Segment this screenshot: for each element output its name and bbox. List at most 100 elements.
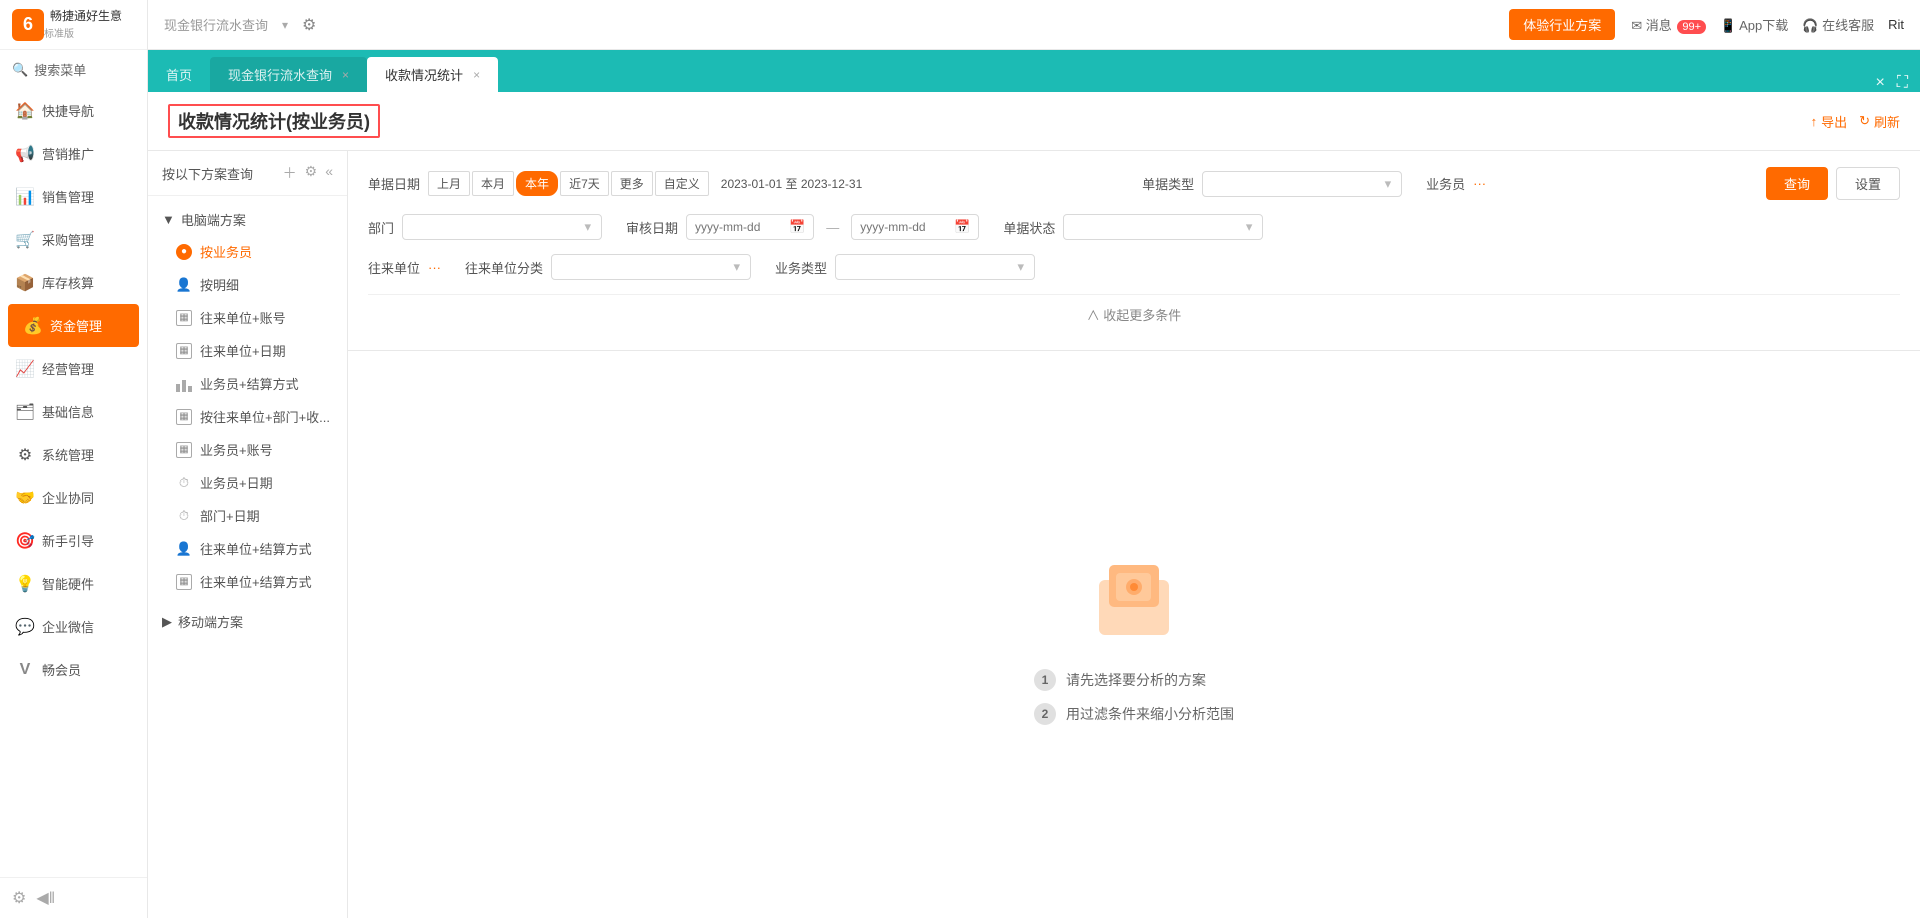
audit-from-input[interactable] [695,220,785,234]
scheme-item-unit-payment1[interactable]: 👤 往来单位+结算方式 [148,532,347,565]
dept-select[interactable]: ▾ [402,214,602,240]
audit-to-input[interactable] [860,220,950,234]
scheme-group-mobile-title[interactable]: ▶ 移动端方案 [148,606,347,637]
voucher-status-select[interactable]: ▾ [1063,214,1263,240]
messages-btn[interactable]: ✉ 消息 99+ [1631,15,1706,34]
filter-partner-category-item: 往来单位分类 ▾ [465,254,751,280]
export-icon: ↑ [1811,114,1818,129]
left-panel-icons: ＋ ⚙ « [283,163,333,183]
step-num-1: 1 [1034,669,1056,691]
scheme-item-unit-account[interactable]: ▦ 往来单位+账号 [148,301,347,334]
finance-icon: 💰 [24,317,42,335]
tab-home[interactable]: 首页 [148,57,210,92]
sidebar-item-wechat[interactable]: 💬 企业微信 [0,605,147,648]
operation-icon: 📈 [16,360,34,378]
sidebar-item-operation[interactable]: 📈 经营管理 [0,347,147,390]
tab-bank[interactable]: 现金银行流水查询 × [210,57,367,92]
scheme-item-unit-payment2[interactable]: ▦ 往来单位+结算方式 [148,565,347,598]
content-body: 按以下方案查询 ＋ ⚙ « ▼ 电脑端方案 ● 按业务员 👤 [148,151,1920,918]
online-service-btn[interactable]: 🎧 在线客服 [1802,15,1874,34]
date-label: 单据日期 [368,174,420,193]
topbar-gear-icon[interactable]: ⚙ [302,15,316,35]
scheme-sq-icon3: ▦ [176,409,192,425]
partner-label: 往来单位 [368,258,420,277]
scheme-item-salesperson[interactable]: ● 按业务员 [148,235,347,268]
user-name[interactable]: Rit [1888,17,1904,32]
left-panel-title: 按以下方案查询 [162,164,253,183]
sidebar-item-sales[interactable]: 📊 销售管理 [0,175,147,218]
sidebar-item-finance[interactable]: 💰 资金管理 [8,304,139,347]
app-download-btn[interactable]: 📱 App下载 [1720,15,1788,34]
add-scheme-icon[interactable]: ＋ [283,163,297,183]
scheme-item-unit-dept[interactable]: ▦ 按往来单位+部门+收... [148,400,347,433]
scheme-item-detail[interactable]: 👤 按明细 [148,268,347,301]
filter-business-type-item: 业务类型 ▾ [775,254,1035,280]
sidebar-item-label: 新手引导 [42,531,94,550]
sidebar-item-inventory[interactable]: 📦 库存核算 [0,261,147,304]
topbar: 现金银行流水查询 ▾ ⚙ 体验行业方案 ✉ 消息 99+ 📱 App下载 🎧 在… [148,0,1920,50]
refresh-btn[interactable]: ↻ 刷新 [1859,112,1900,131]
sidebar-item-basic[interactable]: 🗂 基础信息 [0,390,147,433]
scheme-item-salesperson-date[interactable]: ⏱ 业务员+日期 [148,466,347,499]
page-title: 收款情况统计(按业务员) [168,104,380,138]
settings-btn[interactable]: 设置 [1836,167,1900,200]
scheme-settings-icon[interactable]: ⚙ [305,163,318,183]
scheme-sq-icon2: ▦ [176,343,192,359]
scheme-item-unit-date[interactable]: ▦ 往来单位+日期 [148,334,347,367]
basic-icon: 🗂 [16,403,34,421]
collapse-sidebar-icon[interactable]: ◀‖ [36,888,55,908]
calendar-icon: 📅 [789,219,805,235]
scheme-item-dept-date[interactable]: ⏱ 部门+日期 [148,499,347,532]
business-type-label: 业务类型 [775,258,827,277]
sidebar-item-quicknav[interactable]: 🏠 快捷导航 [0,89,147,132]
scheme-item-salesperson-payment[interactable]: 业务员+结算方式 [148,367,347,400]
trial-btn[interactable]: 体验行业方案 [1509,9,1615,40]
sidebar-item-marketing[interactable]: 📢 营销推广 [0,132,147,175]
date-btn-7days[interactable]: 近7天 [560,171,609,196]
logo-tag: 标准版 [44,25,122,40]
sidebar-item-label: 快捷导航 [42,101,94,120]
filter-partner-item: 往来单位 ··· [368,258,441,277]
voucher-type-select[interactable]: ▾ [1202,171,1402,197]
audit-date-from[interactable]: 📅 [686,214,814,240]
sidebar-item-system[interactable]: ⚙ 系统管理 [0,433,147,476]
sidebar-item-enterprise[interactable]: 🤝 企业协同 [0,476,147,519]
refresh-icon: ↻ [1859,113,1870,129]
sidebar-search-item[interactable]: 🔍 搜索菜单 [0,50,147,89]
scheme-group-desktop-title[interactable]: ▼ 电脑端方案 [148,204,347,235]
date-btn-this-year[interactable]: 本年 [516,171,558,196]
scheme-item-salesperson-account[interactable]: ▦ 业务员+账号 [148,433,347,466]
sidebar-item-member[interactable]: V 畅会员 [0,648,147,691]
tab-receipts-close-icon[interactable]: × [473,68,480,82]
collapse-panel-icon[interactable]: « [325,163,333,183]
date-btn-this-month[interactable]: 本月 [472,171,514,196]
audit-date-to[interactable]: 📅 [851,214,979,240]
main-content: 现金银行流水查询 ▾ ⚙ 体验行业方案 ✉ 消息 99+ 📱 App下载 🎧 在… [148,0,1920,918]
sidebar-item-hardware[interactable]: 💡 智能硬件 [0,562,147,605]
salesperson-more-btn[interactable]: ··· [1473,176,1486,191]
date-btn-group: 上月 本月 本年 近7天 更多 自定义 [428,171,709,196]
date-btn-last-month[interactable]: 上月 [428,171,470,196]
filter-date-item: 单据日期 上月 本月 本年 近7天 更多 自定义 2023-01-01 至 [368,171,862,196]
sidebar-item-guide[interactable]: 🎯 新手引导 [0,519,147,562]
close-tab-icon[interactable]: × [1875,74,1884,92]
export-btn[interactable]: ↑ 导出 [1811,112,1848,131]
settings-bottom-icon[interactable]: ⚙ [12,888,26,908]
tab-bank-close-icon[interactable]: × [342,68,349,82]
partner-category-select[interactable]: ▾ [551,254,751,280]
date-separator: — [826,220,839,235]
query-btn[interactable]: 查询 [1766,167,1828,200]
empty-step-2: 2 用过滤条件来缩小分析范围 [1034,703,1234,725]
partner-more-btn[interactable]: ··· [428,260,441,275]
business-type-select[interactable]: ▾ [835,254,1035,280]
maximize-icon[interactable]: ⛶ [1897,74,1908,92]
sales-icon: 📊 [16,188,34,206]
date-btn-custom[interactable]: 自定义 [655,171,709,196]
sidebar-item-purchase[interactable]: 🛒 采购管理 [0,218,147,261]
date-btn-more[interactable]: 更多 [611,171,653,196]
tab-receipts[interactable]: 收款情况统计 × [367,57,498,92]
collapse-conditions-btn[interactable]: ∧ 收起更多条件 [368,294,1900,334]
voucher-type-chevron-icon: ▾ [1385,176,1392,192]
filter-voucher-type-item: 单据类型 ▾ [1142,171,1402,197]
filter-row-3: 往来单位 ··· 往来单位分类 ▾ 业务类型 [368,254,1900,280]
